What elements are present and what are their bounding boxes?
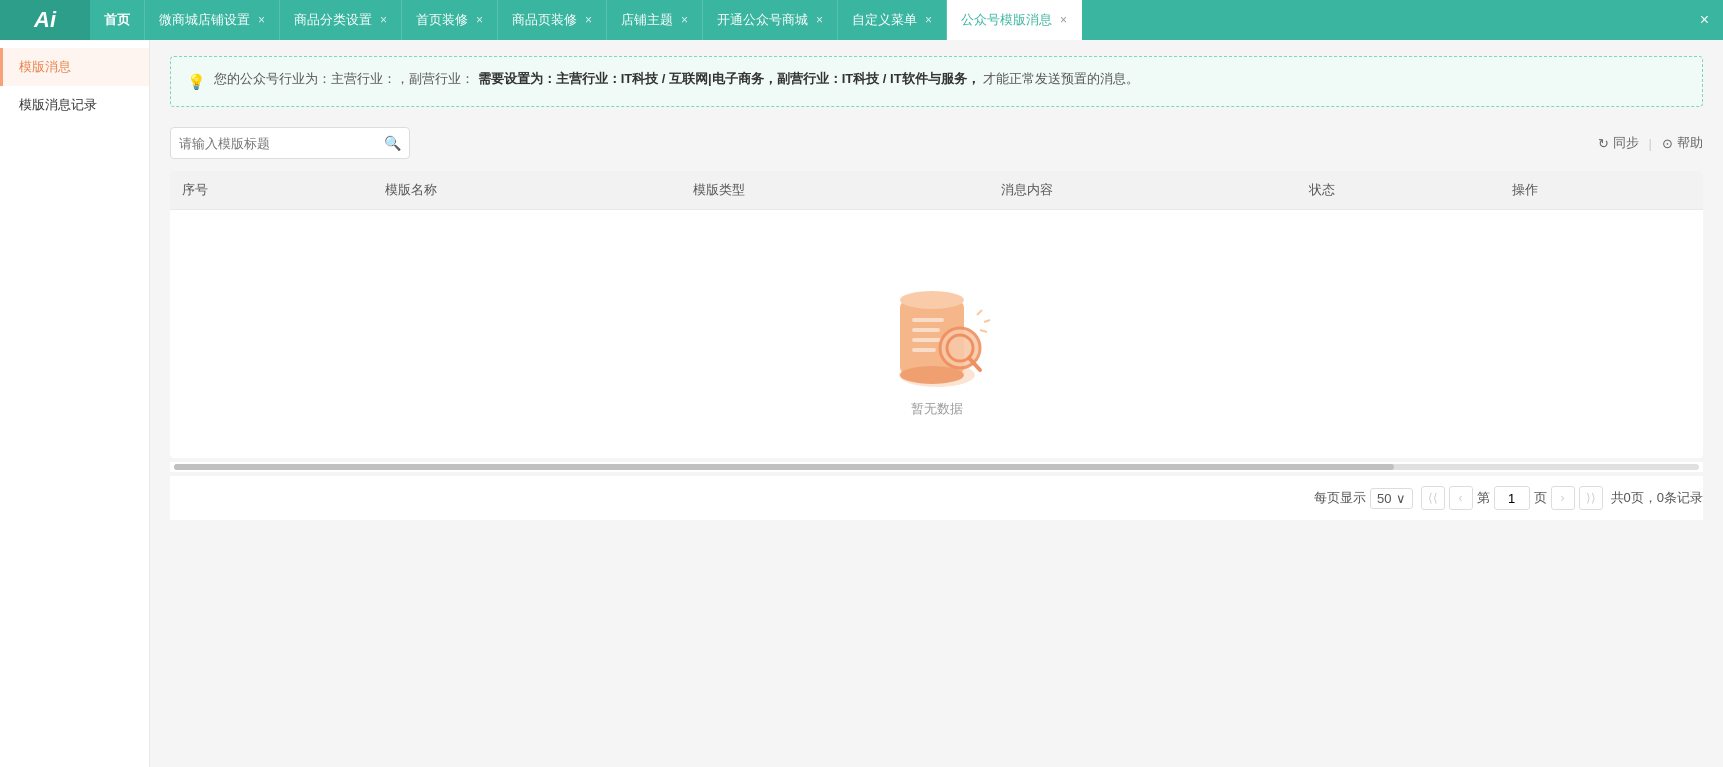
tab-label: 首页: [104, 11, 130, 29]
tab-open-wechat-shop[interactable]: 开通公众号商城 ×: [703, 0, 838, 40]
tab-close-product-category[interactable]: ×: [380, 14, 387, 26]
help-button[interactable]: ⊙ 帮助: [1662, 134, 1703, 152]
tab-close-template-message[interactable]: ×: [1060, 14, 1067, 26]
search-icon[interactable]: 🔍: [384, 135, 401, 151]
total-info: 共0页，0条记录: [1611, 489, 1703, 507]
divider: |: [1649, 136, 1652, 151]
svg-point-2: [900, 291, 964, 309]
tab-close-homepage-decor[interactable]: ×: [476, 14, 483, 26]
tab-label: 微商城店铺设置: [159, 11, 250, 29]
empty-text: 暂无数据: [911, 400, 963, 418]
tab-wechat-shop-settings[interactable]: 微商城店铺设置 ×: [145, 0, 280, 40]
column-content: 消息内容: [989, 171, 1297, 210]
tab-label: 店铺主题: [621, 11, 673, 29]
close-all-button[interactable]: ×: [1686, 11, 1723, 29]
tab-label: 公众号模版消息: [961, 11, 1052, 29]
page-navigation: ⟨⟨ ‹ 第 页 › ⟩⟩: [1421, 486, 1603, 510]
empty-state: 暂无数据: [170, 210, 1703, 458]
tab-shop-theme[interactable]: 店铺主题 ×: [607, 0, 703, 40]
tab-label: 自定义菜单: [852, 11, 917, 29]
svg-rect-4: [912, 318, 944, 322]
last-page-button[interactable]: ⟩⟩: [1579, 486, 1603, 510]
page-number-input[interactable]: [1494, 486, 1530, 510]
column-status: 状态: [1297, 171, 1500, 210]
next-page-button[interactable]: ›: [1551, 486, 1575, 510]
horizontal-scrollbar[interactable]: [170, 462, 1703, 472]
svg-rect-7: [912, 348, 936, 352]
sidebar-item-template-message-log[interactable]: 模版消息记录: [0, 86, 149, 124]
tab-close-wechat-shop-settings[interactable]: ×: [258, 14, 265, 26]
tab-label: 开通公众号商城: [717, 11, 808, 29]
column-index: 序号: [170, 171, 373, 210]
column-type: 模版类型: [681, 171, 989, 210]
search-input-wrapper[interactable]: 🔍: [170, 127, 410, 159]
dropdown-icon: ∨: [1396, 491, 1406, 506]
empty-illustration: [872, 270, 1002, 400]
svg-rect-5: [912, 328, 940, 332]
tab-template-message[interactable]: 公众号模版消息 ×: [947, 0, 1082, 40]
sidebar: 模版消息模版消息记录: [0, 40, 150, 767]
page-size-select-box[interactable]: 50 ∨: [1370, 488, 1412, 509]
tab-close-custom-menu[interactable]: ×: [925, 14, 932, 26]
empty-state-row: 暂无数据: [170, 210, 1703, 459]
notice-icon: 💡: [187, 70, 206, 94]
tab-label: 首页装修: [416, 11, 468, 29]
svg-rect-6: [912, 338, 942, 342]
pagination: 每页显示 50 ∨ ⟨⟨ ‹ 第 页 › ⟩⟩ 共0页，0条记录: [170, 476, 1703, 520]
search-actions: ↻ 同步 | ⊙ 帮助: [1598, 134, 1703, 152]
first-page-button[interactable]: ⟨⟨: [1421, 486, 1445, 510]
page-size-value: 50: [1377, 491, 1391, 506]
search-bar: 🔍 ↻ 同步 | ⊙ 帮助: [170, 127, 1703, 159]
tab-custom-menu[interactable]: 自定义菜单 ×: [838, 0, 947, 40]
column-action: 操作: [1500, 171, 1703, 210]
page-unit: 页: [1534, 489, 1547, 507]
main-layout: 模版消息模版消息记录 💡 您的公众号行业为：主营行业：，副营行业： 需要设置为：…: [0, 40, 1723, 767]
notice-box: 💡 您的公众号行业为：主营行业：，副营行业： 需要设置为：主营行业：IT科技 /…: [170, 56, 1703, 107]
tab-close-shop-theme[interactable]: ×: [681, 14, 688, 26]
table-header-row: 序号模版名称模版类型消息内容状态操作: [170, 171, 1703, 210]
page-label: 第: [1477, 489, 1490, 507]
sync-button[interactable]: ↻ 同步: [1598, 134, 1639, 152]
sidebar-item-template-message[interactable]: 模版消息: [0, 48, 149, 86]
search-input[interactable]: [179, 136, 384, 151]
help-icon: ⊙: [1662, 136, 1673, 151]
svg-line-12: [984, 320, 990, 322]
tab-label: 商品分类设置: [294, 11, 372, 29]
tab-product-page-decor[interactable]: 商品页装修 ×: [498, 0, 607, 40]
svg-line-11: [977, 310, 982, 315]
page-size-selector: 每页显示 50 ∨: [1314, 488, 1412, 509]
tab-homepage-decor[interactable]: 首页装修 ×: [402, 0, 498, 40]
tab-close-product-page-decor[interactable]: ×: [585, 14, 592, 26]
tab-label: 商品页装修: [512, 11, 577, 29]
tab-close-open-wechat-shop[interactable]: ×: [816, 14, 823, 26]
topbar: Ai 首页微商城店铺设置×商品分类设置×首页装修×商品页装修×店铺主题×开通公众…: [0, 0, 1723, 40]
column-name: 模版名称: [373, 171, 681, 210]
tab-home[interactable]: 首页: [90, 0, 145, 40]
sync-icon: ↻: [1598, 136, 1609, 151]
prev-page-button[interactable]: ‹: [1449, 486, 1473, 510]
logo: Ai: [0, 0, 90, 40]
tab-product-category[interactable]: 商品分类设置 ×: [280, 0, 402, 40]
svg-line-13: [980, 330, 987, 332]
notice-text: 您的公众号行业为：主营行业：，副营行业： 需要设置为：主营行业：IT科技 / 互…: [214, 69, 1139, 90]
data-table: 序号模版名称模版类型消息内容状态操作: [170, 171, 1703, 458]
page-size-label: 每页显示: [1314, 489, 1366, 507]
main-content: 💡 您的公众号行业为：主营行业：，副营行业： 需要设置为：主营行业：IT科技 /…: [150, 40, 1723, 767]
